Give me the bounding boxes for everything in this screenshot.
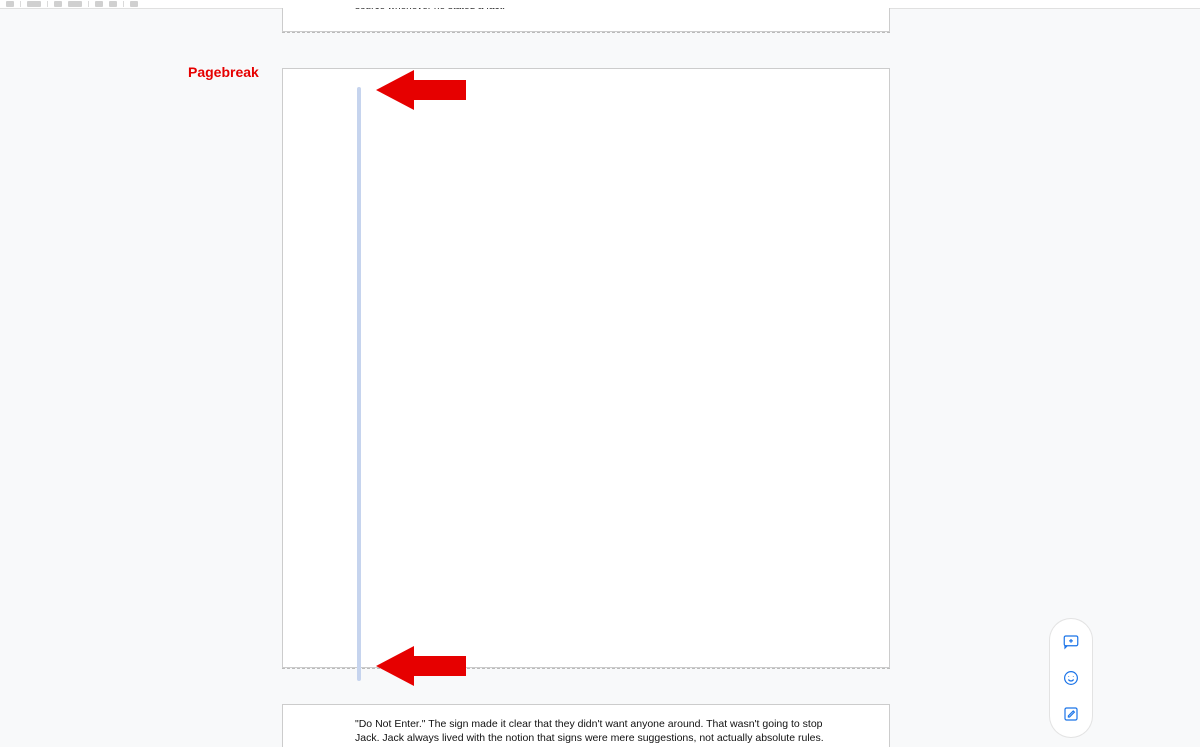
arrow-head-icon	[376, 646, 414, 686]
body-text[interactable]: "Do Not Enter." The sign made it clear t…	[283, 705, 889, 747]
page-gap	[282, 668, 890, 704]
suggest-edits-button[interactable]	[1054, 697, 1088, 731]
page-blank-inserted[interactable]	[282, 68, 890, 668]
add-emoji-button[interactable]	[1054, 661, 1088, 695]
toolbar-glyph	[6, 1, 14, 7]
page-previous[interactable]: source whenever he stated a fact.	[282, 8, 890, 32]
toolbar-glyph	[27, 1, 41, 7]
annotation-arrow-top	[376, 70, 466, 110]
annotation-pagebreak-label: Pagebreak	[188, 64, 259, 80]
page-next[interactable]: "Do Not Enter." The sign made it clear t…	[282, 704, 890, 747]
toolbar-glyph	[130, 1, 138, 7]
body-text-fragment: source whenever he stated a fact.	[355, 8, 505, 12]
toolbar-divider	[20, 1, 21, 7]
comment-plus-icon	[1062, 633, 1080, 651]
floating-action-rail	[1050, 619, 1092, 737]
emoji-icon	[1062, 669, 1080, 687]
arrow-shaft	[414, 80, 466, 100]
toolbar-divider	[88, 1, 89, 7]
annotation-arrow-bottom	[376, 646, 466, 686]
page-gap	[282, 32, 890, 68]
page-break-rule	[282, 32, 890, 33]
document-canvas: source whenever he stated a fact. "Do No…	[0, 8, 1200, 747]
page-break-rule	[282, 668, 890, 669]
toolbar-glyph	[109, 1, 117, 7]
add-comment-button[interactable]	[1054, 625, 1088, 659]
toolbar-glyph	[54, 1, 62, 7]
pagebreak-marker-bar	[357, 87, 361, 681]
toolbar-divider	[47, 1, 48, 7]
document-column: source whenever he stated a fact. "Do No…	[282, 8, 890, 747]
suggest-edit-icon	[1062, 705, 1080, 723]
toolbar-glyph	[95, 1, 103, 7]
toolbar-glyph	[68, 1, 82, 7]
arrow-head-icon	[376, 70, 414, 110]
toolbar-divider	[123, 1, 124, 7]
arrow-shaft	[414, 656, 466, 676]
